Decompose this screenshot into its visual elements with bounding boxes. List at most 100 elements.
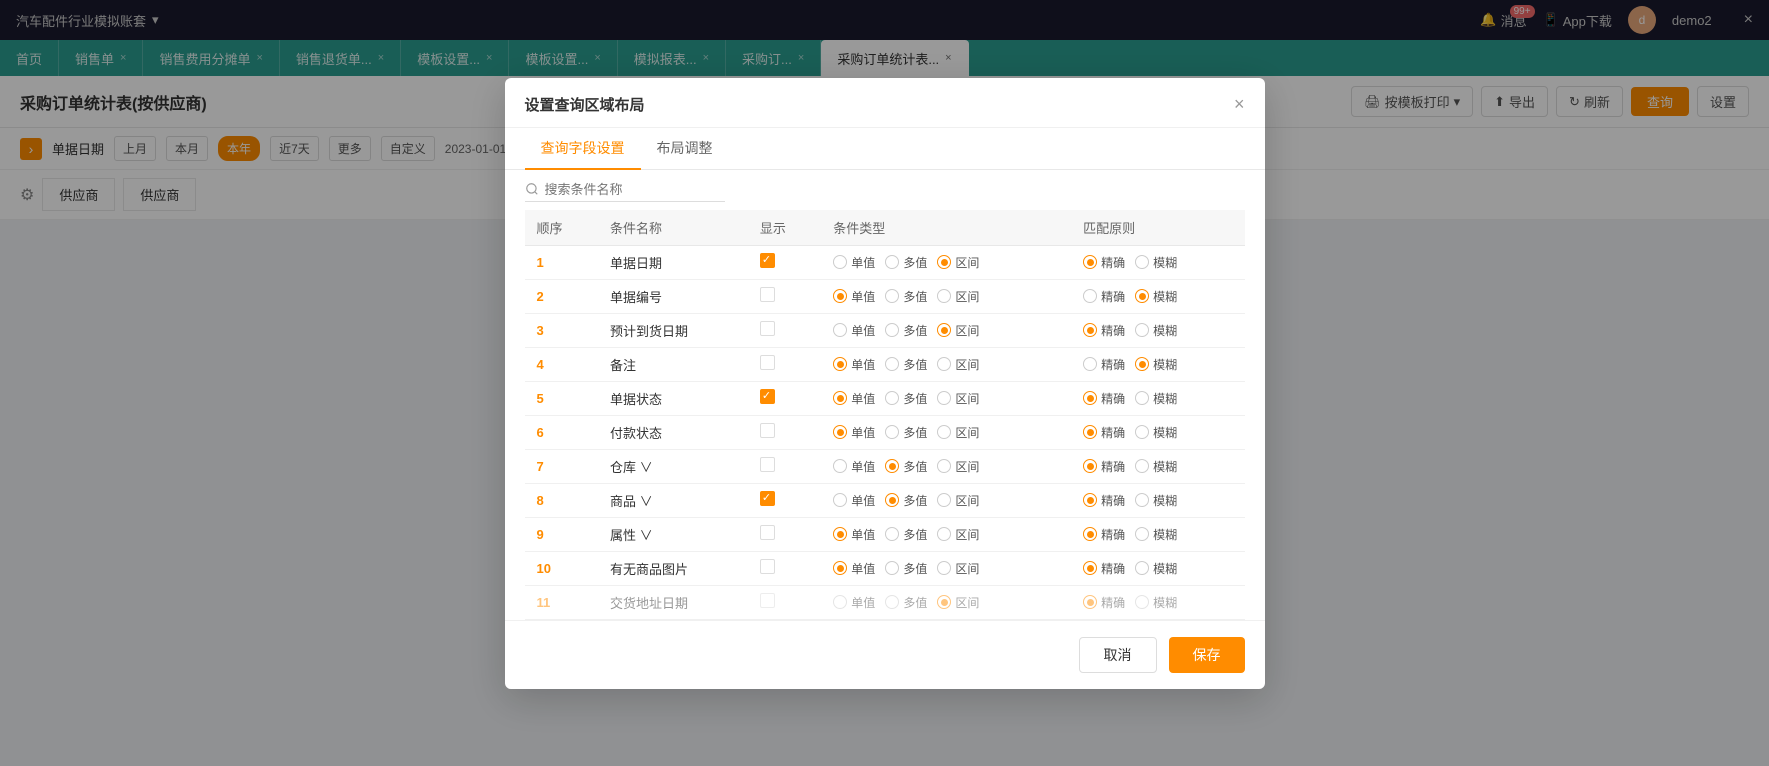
radio-btn[interactable] bbox=[1135, 357, 1149, 371]
radio-btn[interactable] bbox=[1083, 357, 1097, 371]
tab-layout-adjust[interactable]: 布局调整 bbox=[641, 128, 729, 170]
row-display-checkbox[interactable] bbox=[748, 279, 821, 313]
radio-match-模糊[interactable]: 模糊 bbox=[1135, 560, 1177, 577]
radio-type-区间[interactable]: 区间 bbox=[937, 458, 979, 475]
row-display-checkbox[interactable] bbox=[748, 415, 821, 449]
radio-btn[interactable] bbox=[1083, 595, 1097, 609]
radio-btn[interactable] bbox=[833, 595, 847, 609]
dialog-close-button[interactable]: × bbox=[1234, 94, 1245, 115]
radio-type-区间[interactable]: 区间 bbox=[937, 322, 979, 339]
row-display-checkbox[interactable] bbox=[748, 381, 821, 415]
radio-btn[interactable] bbox=[1083, 289, 1097, 303]
radio-match-精确[interactable]: 精确 bbox=[1083, 356, 1125, 373]
radio-match-精确[interactable]: 精确 bbox=[1083, 288, 1125, 305]
radio-type-多值[interactable]: 多值 bbox=[885, 254, 927, 271]
radio-type-单值[interactable]: 单值 bbox=[833, 594, 875, 611]
radio-btn[interactable] bbox=[937, 595, 951, 609]
radio-btn[interactable] bbox=[1135, 561, 1149, 575]
checkbox[interactable] bbox=[760, 559, 775, 574]
radio-btn[interactable] bbox=[885, 357, 899, 371]
radio-match-精确[interactable]: 精确 bbox=[1083, 560, 1125, 577]
radio-match-模糊[interactable]: 模糊 bbox=[1135, 594, 1177, 611]
radio-btn[interactable] bbox=[1135, 323, 1149, 337]
radio-type-单值[interactable]: 单值 bbox=[833, 288, 875, 305]
radio-btn[interactable] bbox=[885, 459, 899, 473]
radio-type-单值[interactable]: 单值 bbox=[833, 458, 875, 475]
radio-btn[interactable] bbox=[885, 493, 899, 507]
radio-btn[interactable] bbox=[1083, 493, 1097, 507]
radio-type-多值[interactable]: 多值 bbox=[885, 492, 927, 509]
radio-btn[interactable] bbox=[937, 357, 951, 371]
row-display-checkbox[interactable] bbox=[748, 313, 821, 347]
radio-type-多值[interactable]: 多值 bbox=[885, 288, 927, 305]
radio-type-多值[interactable]: 多值 bbox=[885, 356, 927, 373]
checkbox[interactable] bbox=[760, 457, 775, 472]
radio-match-模糊[interactable]: 模糊 bbox=[1135, 458, 1177, 475]
radio-btn[interactable] bbox=[937, 425, 951, 439]
radio-btn[interactable] bbox=[1083, 391, 1097, 405]
radio-match-模糊[interactable]: 模糊 bbox=[1135, 424, 1177, 441]
radio-btn[interactable] bbox=[833, 289, 847, 303]
radio-btn[interactable] bbox=[1135, 289, 1149, 303]
radio-match-模糊[interactable]: 模糊 bbox=[1135, 322, 1177, 339]
checkbox[interactable] bbox=[760, 287, 775, 302]
radio-type-区间[interactable]: 区间 bbox=[937, 288, 979, 305]
row-display-checkbox[interactable] bbox=[748, 551, 821, 585]
radio-btn[interactable] bbox=[937, 561, 951, 575]
radio-type-区间[interactable]: 区间 bbox=[937, 492, 979, 509]
checkbox[interactable] bbox=[760, 491, 775, 506]
radio-type-单值[interactable]: 单值 bbox=[833, 526, 875, 543]
radio-btn[interactable] bbox=[1135, 391, 1149, 405]
radio-btn[interactable] bbox=[833, 391, 847, 405]
radio-match-模糊[interactable]: 模糊 bbox=[1135, 390, 1177, 407]
radio-btn[interactable] bbox=[1135, 493, 1149, 507]
radio-btn[interactable] bbox=[1135, 595, 1149, 609]
checkbox[interactable] bbox=[760, 593, 775, 608]
radio-match-精确[interactable]: 精确 bbox=[1083, 594, 1125, 611]
radio-match-模糊[interactable]: 模糊 bbox=[1135, 254, 1177, 271]
radio-btn[interactable] bbox=[937, 527, 951, 541]
radio-match-模糊[interactable]: 模糊 bbox=[1135, 492, 1177, 509]
radio-btn[interactable] bbox=[885, 323, 899, 337]
radio-btn[interactable] bbox=[885, 391, 899, 405]
checkbox[interactable] bbox=[760, 525, 775, 540]
radio-type-多值[interactable]: 多值 bbox=[885, 390, 927, 407]
radio-btn[interactable] bbox=[1083, 425, 1097, 439]
radio-match-精确[interactable]: 精确 bbox=[1083, 390, 1125, 407]
radio-match-精确[interactable]: 精确 bbox=[1083, 322, 1125, 339]
radio-btn[interactable] bbox=[833, 459, 847, 473]
tab-query-fields[interactable]: 查询字段设置 bbox=[525, 128, 641, 170]
radio-btn[interactable] bbox=[885, 425, 899, 439]
radio-type-单值[interactable]: 单值 bbox=[833, 390, 875, 407]
checkbox[interactable] bbox=[760, 423, 775, 438]
radio-type-单值[interactable]: 单值 bbox=[833, 322, 875, 339]
radio-match-精确[interactable]: 精确 bbox=[1083, 458, 1125, 475]
radio-match-精确[interactable]: 精确 bbox=[1083, 492, 1125, 509]
radio-type-多值[interactable]: 多值 bbox=[885, 526, 927, 543]
radio-btn[interactable] bbox=[937, 391, 951, 405]
radio-btn[interactable] bbox=[1083, 323, 1097, 337]
radio-type-多值[interactable]: 多值 bbox=[885, 560, 927, 577]
search-input[interactable] bbox=[545, 182, 705, 197]
radio-type-区间[interactable]: 区间 bbox=[937, 594, 979, 611]
radio-btn[interactable] bbox=[1135, 527, 1149, 541]
radio-btn[interactable] bbox=[1135, 459, 1149, 473]
checkbox[interactable] bbox=[760, 355, 775, 370]
radio-match-模糊[interactable]: 模糊 bbox=[1135, 356, 1177, 373]
radio-type-区间[interactable]: 区间 bbox=[937, 526, 979, 543]
radio-type-区间[interactable]: 区间 bbox=[937, 424, 979, 441]
radio-btn[interactable] bbox=[833, 357, 847, 371]
checkbox[interactable] bbox=[760, 321, 775, 336]
radio-btn[interactable] bbox=[937, 255, 951, 269]
radio-btn[interactable] bbox=[885, 561, 899, 575]
row-display-checkbox[interactable] bbox=[748, 347, 821, 381]
radio-btn[interactable] bbox=[1083, 459, 1097, 473]
radio-type-区间[interactable]: 区间 bbox=[937, 356, 979, 373]
radio-btn[interactable] bbox=[937, 323, 951, 337]
radio-type-单值[interactable]: 单值 bbox=[833, 560, 875, 577]
radio-btn[interactable] bbox=[937, 493, 951, 507]
row-display-checkbox[interactable] bbox=[748, 517, 821, 551]
row-display-checkbox[interactable] bbox=[748, 483, 821, 517]
save-button[interactable]: 保存 bbox=[1169, 637, 1245, 673]
radio-type-单值[interactable]: 单值 bbox=[833, 492, 875, 509]
